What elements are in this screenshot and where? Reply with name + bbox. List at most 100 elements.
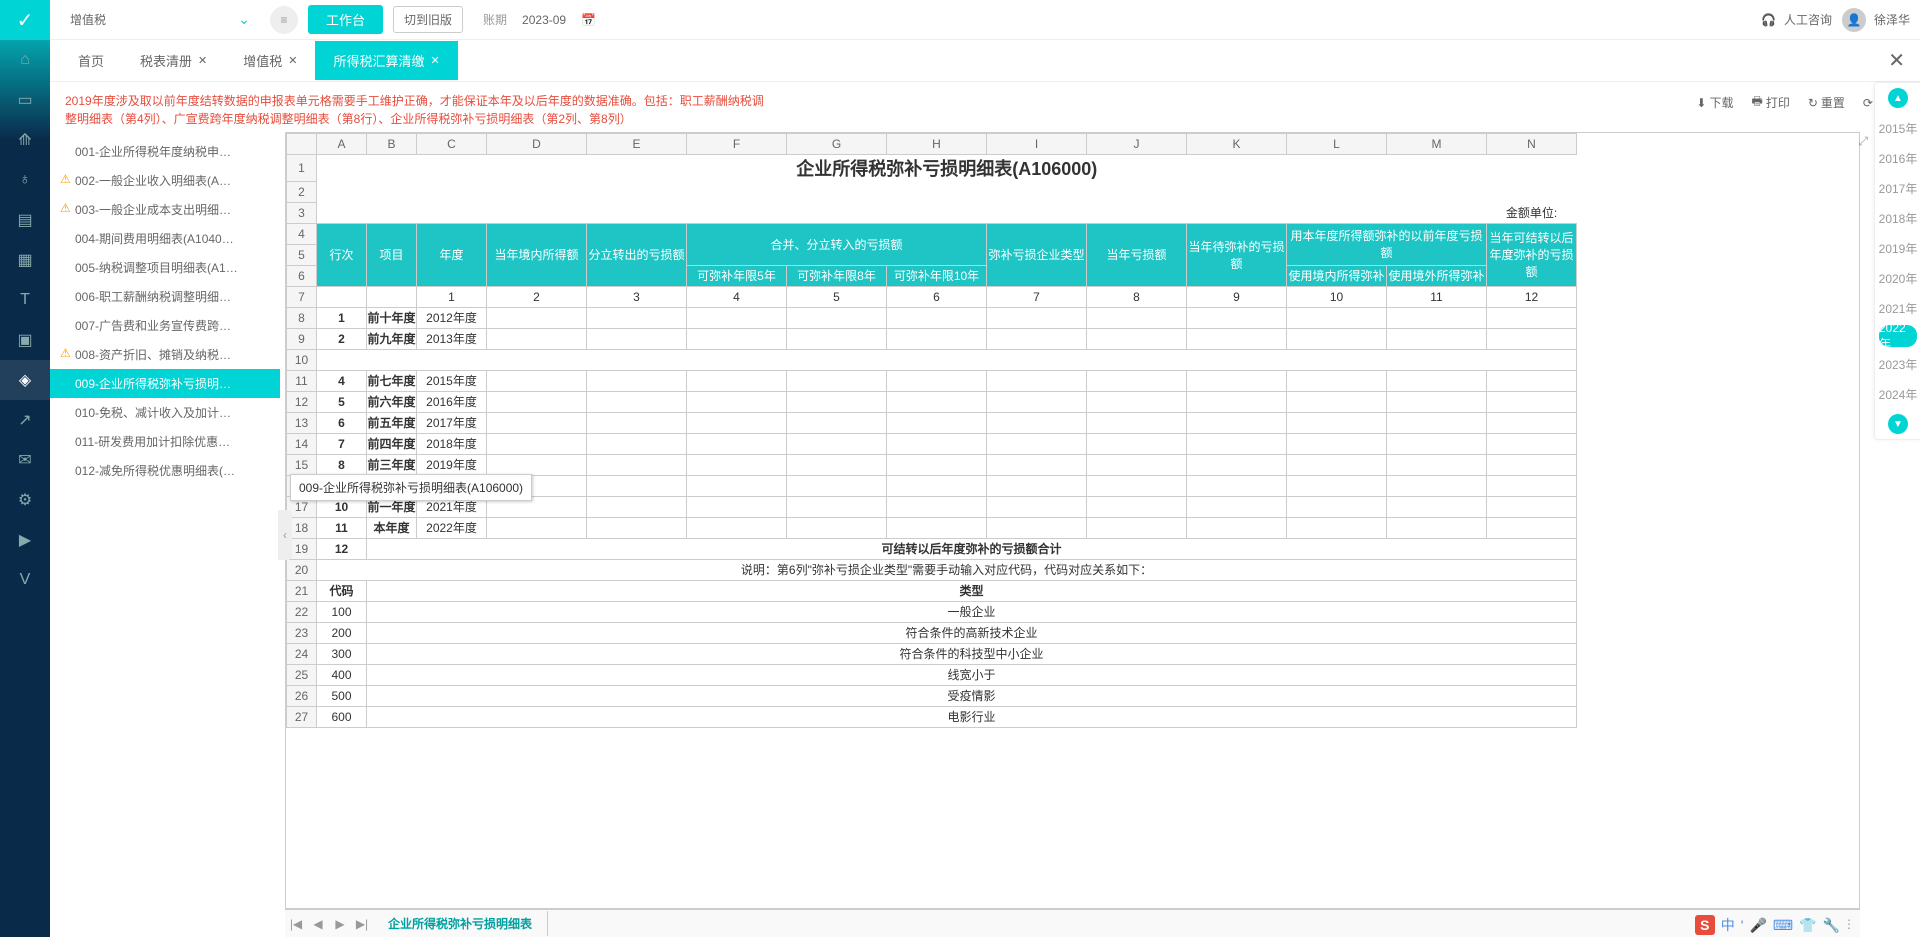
col-F[interactable]: F — [687, 134, 787, 155]
expand-icon[interactable]: ⤢ — [1858, 134, 1868, 149]
col-J[interactable]: J — [1087, 134, 1187, 155]
chevron-down-icon: ⌄ — [238, 11, 250, 28]
nav-play-icon[interactable]: ▶ — [0, 520, 50, 560]
sheet-tab-bar: |◀ ◀ ▶ ▶| 企业所得税弥补亏损明细表 ⋮ — [285, 909, 1860, 937]
nav-export-icon[interactable]: ↗ — [0, 400, 50, 440]
tab-close-icon[interactable]: ✕ — [431, 54, 440, 67]
col-E[interactable]: E — [587, 134, 687, 155]
period-label: 账期 — [483, 11, 507, 28]
calendar-icon[interactable]: 📅 — [581, 13, 596, 27]
ime-tool-icon[interactable]: 🔧 — [1823, 917, 1840, 934]
consult-button[interactable]: 🎧 人工咨询 — [1761, 11, 1832, 28]
form-list: 001-企业所得税年度纳税申…⚠002-一般企业收入明细表(A…⚠003-一般企… — [50, 82, 280, 937]
tab-bar: 首页税表清册✕增值税✕所得税汇算清缴✕ ✕ — [50, 40, 1920, 82]
form-item-11[interactable]: 012-减免所得税优惠明细表(… — [50, 456, 280, 485]
col-N[interactable]: N — [1487, 134, 1577, 155]
year-2017年[interactable]: 2017年 — [1875, 173, 1920, 203]
form-item-4[interactable]: 005-纳税调整项目明细表(A1… — [50, 253, 280, 282]
collapse-handle[interactable]: ‹ — [278, 510, 292, 560]
nav-chart-icon[interactable]: ⟰ — [0, 120, 50, 160]
year-2024年[interactable]: 2024年 — [1875, 379, 1920, 409]
year-2018年[interactable]: 2018年 — [1875, 203, 1920, 233]
nav-bag-icon[interactable]: ♁ — [0, 160, 50, 200]
nav-t-icon[interactable]: T — [0, 280, 50, 320]
sheet-prev-icon[interactable]: ◀ — [307, 917, 329, 931]
nav-doc-icon[interactable]: ▭ — [0, 80, 50, 120]
ime-punct-icon[interactable]: ' — [1741, 917, 1744, 933]
form-item-7[interactable]: ⚠008-资产折旧、摊销及纳税… — [50, 340, 280, 369]
form-item-9[interactable]: 010-免税、减计收入及加计… — [50, 398, 280, 427]
ime-skin-icon[interactable]: 👕 — [1799, 917, 1816, 934]
year-2021年[interactable]: 2021年 — [1875, 293, 1920, 323]
workbench-button[interactable]: 工作台 — [308, 5, 383, 34]
switch-old-button[interactable]: 切到旧版 — [393, 6, 463, 33]
form-item-8[interactable]: 009-企业所得税弥补亏损明… — [50, 369, 280, 398]
form-item-5[interactable]: 006-职工薪酬纳税调整明细… — [50, 282, 280, 311]
ime-bar: S 中 ' 🎤 ⌨ 👕 🔧 — [1695, 915, 1840, 935]
tab-0[interactable]: 首页 — [60, 41, 122, 80]
avatar-icon: 👤 — [1842, 8, 1866, 32]
nav-settings-icon[interactable]: ⚙ — [0, 480, 50, 520]
sheet-last-icon[interactable]: ▶| — [351, 917, 373, 931]
form-item-0[interactable]: 001-企业所得税年度纳税申… — [50, 137, 280, 166]
tab-3[interactable]: 所得税汇算清缴✕ — [315, 41, 457, 80]
nav-mail-icon[interactable]: ✉ — [0, 440, 50, 480]
col-H[interactable]: H — [887, 134, 987, 155]
year-2015年[interactable]: 2015年 — [1875, 113, 1920, 143]
form-item-10[interactable]: 011-研发费用加计扣除优惠… — [50, 427, 280, 456]
warn-icon: ⚠ — [60, 346, 71, 360]
topbar: 增值税 ⌄ ≡ 工作台 切到旧版 账期 2023-09 📅 🎧 人工咨询 👤 徐… — [50, 0, 1920, 40]
sheet-first-icon[interactable]: |◀ — [285, 917, 307, 931]
tab-2[interactable]: 增值税✕ — [225, 41, 315, 80]
col-G[interactable]: G — [787, 134, 887, 155]
nav-image-icon[interactable]: ▣ — [0, 320, 50, 360]
form-tooltip: 009-企业所得税弥补亏损明细表(A106000) — [290, 474, 532, 501]
tab-close-icon[interactable]: ✕ — [288, 54, 297, 67]
tax-type-dropdown[interactable]: 增值税 ⌄ — [60, 11, 260, 28]
headset-icon: 🎧 — [1761, 13, 1776, 27]
ime-s-icon[interactable]: S — [1695, 915, 1715, 935]
form-item-1[interactable]: ⚠002-一般企业收入明细表(A… — [50, 166, 280, 195]
ime-kbd-icon[interactable]: ⌨ — [1773, 917, 1793, 934]
nav-active-icon[interactable]: ◈ — [0, 360, 50, 400]
sheet-next-icon[interactable]: ▶ — [329, 917, 351, 931]
year-down-icon[interactable]: ▼ — [1888, 414, 1908, 434]
username: 徐泽华 — [1874, 11, 1910, 28]
tab-close-icon[interactable]: ✕ — [198, 54, 207, 67]
spreadsheet[interactable]: ABCDEFGHIJKLMN1企业所得税弥补亏损明细表(A106000)23金额… — [285, 132, 1860, 909]
nav-list-icon[interactable]: ▤ — [0, 200, 50, 240]
sheet-tab[interactable]: 企业所得税弥补亏损明细表 — [373, 911, 548, 936]
sheet-menu-icon[interactable]: ⋮ — [1838, 917, 1860, 931]
col-M[interactable]: M — [1387, 134, 1487, 155]
year-2019年[interactable]: 2019年 — [1875, 233, 1920, 263]
col-C[interactable]: C — [417, 134, 487, 155]
user-menu[interactable]: 👤 徐泽华 — [1842, 8, 1910, 32]
ime-mic-icon[interactable]: 🎤 — [1749, 917, 1766, 934]
logo[interactable]: ✓ — [0, 0, 50, 40]
close-all-tabs-icon[interactable]: ✕ — [1888, 48, 1905, 73]
col-D[interactable]: D — [487, 134, 587, 155]
nav-v-icon[interactable]: V — [0, 560, 50, 600]
col-A[interactable]: A — [317, 134, 367, 155]
year-up-icon[interactable]: ▲ — [1888, 88, 1908, 108]
year-2022年[interactable]: 2022年 — [1879, 325, 1917, 347]
year-2023年[interactable]: 2023年 — [1875, 349, 1920, 379]
left-sidebar: ✓ ⌂ ▭ ⟰ ♁ ▤ ▦ T ▣ ◈ ↗ ✉ ⚙ ▶ V — [0, 0, 50, 937]
col-I[interactable]: I — [987, 134, 1087, 155]
year-2016年[interactable]: 2016年 — [1875, 143, 1920, 173]
ime-zh-icon[interactable]: 中 — [1721, 915, 1735, 935]
form-item-3[interactable]: 004-期间费用明细表(A1040… — [50, 224, 280, 253]
period-value: 2023-09 — [522, 13, 566, 27]
form-item-6[interactable]: 007-广告费和业务宣传费跨… — [50, 311, 280, 340]
col-K[interactable]: K — [1187, 134, 1287, 155]
circle-menu-icon[interactable]: ≡ — [270, 6, 298, 34]
tab-1[interactable]: 税表清册✕ — [122, 41, 225, 80]
year-2020年[interactable]: 2020年 — [1875, 263, 1920, 293]
nav-grid-icon[interactable]: ▦ — [0, 240, 50, 280]
col-L[interactable]: L — [1287, 134, 1387, 155]
col-B[interactable]: B — [367, 134, 417, 155]
unit-label: 金额单位: — [1487, 202, 1577, 223]
warn-icon: ⚠ — [60, 172, 71, 186]
nav-home-icon[interactable]: ⌂ — [0, 40, 50, 80]
form-item-2[interactable]: ⚠003-一般企业成本支出明细… — [50, 195, 280, 224]
